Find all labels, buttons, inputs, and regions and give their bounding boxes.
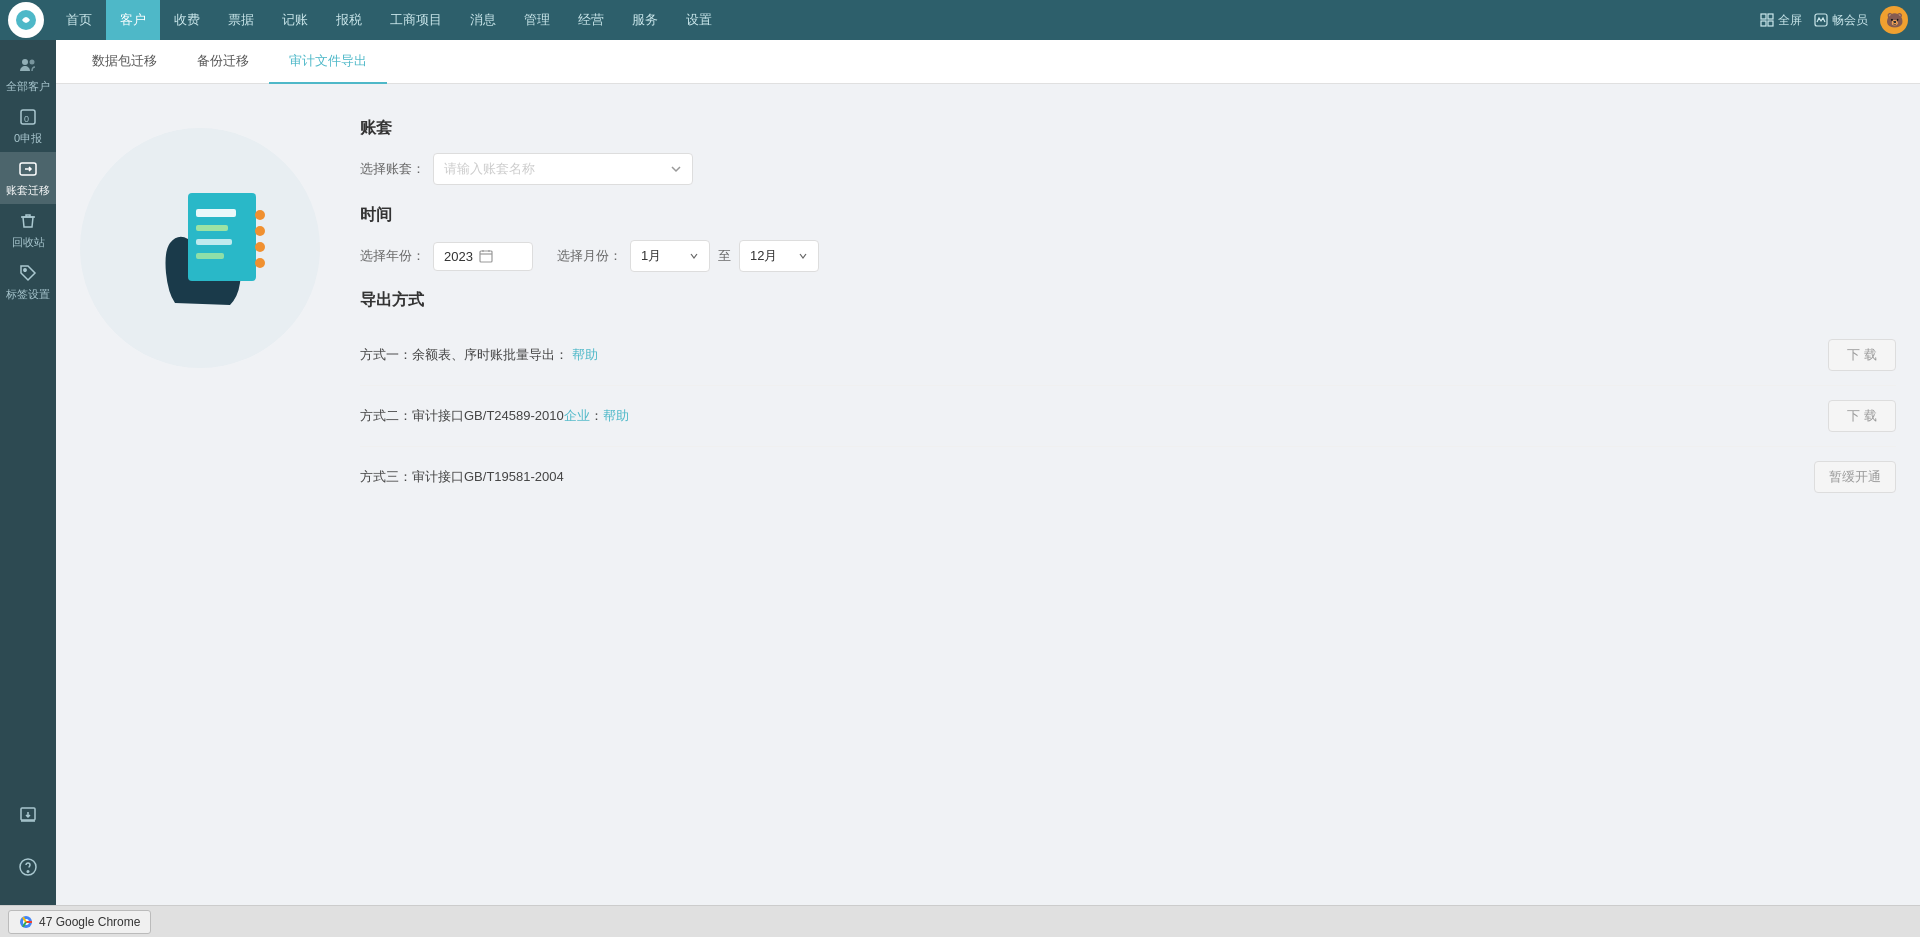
svg-rect-17 (196, 225, 228, 231)
svg-point-7 (30, 59, 35, 64)
time-section-title: 时间 (360, 205, 1896, 226)
export-method-2-help[interactable]: 帮助 (603, 408, 629, 423)
svg-rect-1 (1761, 14, 1766, 19)
account-select-row: 选择账套： 请输入账套名称 (360, 153, 1896, 185)
nav-items: 首页 客户 收费 票据 记账 报税 工商项目 消息 管理 经营 服务 设置 (52, 0, 1760, 40)
month-end-select[interactable]: 12月 (739, 240, 819, 272)
content-area: 数据包迁移 备份迁移 审计文件导出 (56, 40, 1920, 905)
main-layout: 全部客户 0 0申报 账套迁移 回收站 (0, 40, 1920, 905)
nav-business[interactable]: 工商项目 (376, 0, 456, 40)
sidebar: 全部客户 0 0申报 账套迁移 回收站 (0, 40, 56, 905)
tab-audit-export[interactable]: 审计文件导出 (269, 40, 387, 84)
nav-tax[interactable]: 报税 (322, 0, 376, 40)
export-method-2-company: 企业 (564, 408, 590, 423)
svg-point-11 (24, 268, 26, 270)
fullscreen-label: 全屏 (1778, 12, 1802, 29)
sidebar-item-download[interactable] (0, 789, 56, 841)
illustration-container (80, 108, 320, 368)
nav-fee[interactable]: 收费 (160, 0, 214, 40)
form-area: 账套 选择账套： 请输入账套名称 时间 选择年份： 2023 (360, 108, 1896, 507)
export-method-2: 方式二：审计接口GB/T24589-2010企业：帮助 下 载 (360, 386, 1896, 447)
svg-rect-24 (480, 251, 492, 262)
account-select-label: 选择账套： (360, 160, 425, 178)
svg-point-23 (255, 258, 265, 268)
vip-btn[interactable]: 畅会员 (1814, 12, 1868, 29)
year-value: 2023 (444, 249, 473, 264)
year-label: 选择年份： (360, 247, 425, 265)
sidebar-label-trash: 回收站 (12, 235, 45, 250)
tab-data-migrate[interactable]: 数据包迁移 (72, 40, 177, 84)
vip-label: 畅会员 (1832, 12, 1868, 29)
nav-invoice[interactable]: 票据 (214, 0, 268, 40)
sidebar-item-migrate[interactable]: 账套迁移 (0, 152, 56, 204)
nav-service[interactable]: 服务 (618, 0, 672, 40)
nav-right: 全屏 畅会员 🐻 (1760, 6, 1920, 34)
illustration-circle (80, 128, 320, 368)
month-start-value: 1月 (641, 247, 661, 265)
sidebar-item-trash[interactable]: 回收站 (0, 204, 56, 256)
export-method-1-label: 方式一：余额表、序时账批量导出： 帮助 (360, 346, 598, 364)
svg-rect-2 (1768, 14, 1773, 19)
year-input[interactable]: 2023 (433, 242, 533, 271)
tab-backup-migrate[interactable]: 备份迁移 (177, 40, 269, 84)
export-method-3-label: 方式三：审计接口GB/T19581-2004 (360, 468, 564, 486)
avatar[interactable]: 🐻 (1880, 6, 1908, 34)
nav-client[interactable]: 客户 (106, 0, 160, 40)
svg-rect-4 (1768, 21, 1773, 26)
export-method-1-btn[interactable]: 下 载 (1828, 339, 1896, 371)
month-label: 选择月份： (557, 247, 622, 265)
nav-home[interactable]: 首页 (52, 0, 106, 40)
export-method-3-btn[interactable]: 暂缓开通 (1814, 461, 1896, 493)
nav-manage[interactable]: 管理 (510, 0, 564, 40)
account-select-placeholder: 请输入账套名称 (444, 160, 535, 178)
account-select[interactable]: 请输入账套名称 (433, 153, 693, 185)
svg-rect-15 (188, 193, 256, 281)
logo[interactable] (8, 2, 44, 38)
account-section-title: 账套 (360, 118, 1896, 139)
export-method-1-help[interactable]: 帮助 (572, 347, 598, 362)
time-separator: 至 (718, 247, 731, 265)
svg-point-6 (22, 59, 28, 65)
month-start-select[interactable]: 1月 (630, 240, 710, 272)
nav-accounting[interactable]: 记账 (268, 0, 322, 40)
fullscreen-btn[interactable]: 全屏 (1760, 12, 1802, 29)
nav-settings[interactable]: 设置 (672, 0, 726, 40)
svg-point-21 (255, 226, 265, 236)
svg-point-14 (27, 871, 29, 873)
sidebar-item-tag[interactable]: 标签设置 (0, 256, 56, 308)
sidebar-label-tag: 标签设置 (6, 287, 50, 302)
sidebar-item-zero-declare[interactable]: 0 0申报 (0, 100, 56, 152)
taskbar: 47 Google Chrome (0, 905, 1920, 937)
svg-rect-3 (1761, 21, 1766, 26)
sidebar-item-all-clients[interactable]: 全部客户 (0, 48, 56, 100)
sidebar-label-migrate: 账套迁移 (6, 183, 50, 198)
taskbar-chrome-label: 47 Google Chrome (39, 915, 140, 929)
sidebar-bottom (0, 789, 56, 905)
export-method-1: 方式一：余额表、序时账批量导出： 帮助 下 载 (360, 325, 1896, 386)
taskbar-chrome[interactable]: 47 Google Chrome (8, 910, 151, 934)
time-row: 选择年份： 2023 选择月份： 1月 (360, 240, 1896, 272)
nav-message[interactable]: 消息 (456, 0, 510, 40)
sidebar-item-help[interactable] (0, 841, 56, 893)
export-method-2-label: 方式二：审计接口GB/T24589-2010企业：帮助 (360, 407, 629, 425)
top-nav: 首页 客户 收费 票据 记账 报税 工商项目 消息 管理 经营 服务 设置 全屏 (0, 0, 1920, 40)
svg-text:0: 0 (24, 114, 29, 124)
svg-point-22 (255, 242, 265, 252)
month-end-value: 12月 (750, 247, 777, 265)
svg-rect-19 (196, 253, 224, 259)
export-method-3: 方式三：审计接口GB/T19581-2004 暂缓开通 (360, 447, 1896, 507)
svg-point-20 (255, 210, 265, 220)
svg-rect-18 (196, 239, 232, 245)
page-body: 账套 选择账套： 请输入账套名称 时间 选择年份： 2023 (56, 84, 1920, 905)
nav-operation[interactable]: 经营 (564, 0, 618, 40)
export-method-2-btn[interactable]: 下 载 (1828, 400, 1896, 432)
export-section: 导出方式 方式一：余额表、序时账批量导出： 帮助 下 载 方式二：审计接口GB/ (360, 290, 1896, 507)
svg-rect-16 (196, 209, 236, 217)
sidebar-label-all-clients: 全部客户 (6, 79, 50, 94)
sub-tabs: 数据包迁移 备份迁移 审计文件导出 (56, 40, 1920, 84)
export-section-title: 导出方式 (360, 290, 1896, 311)
sidebar-label-zero-declare: 0申报 (14, 131, 42, 146)
